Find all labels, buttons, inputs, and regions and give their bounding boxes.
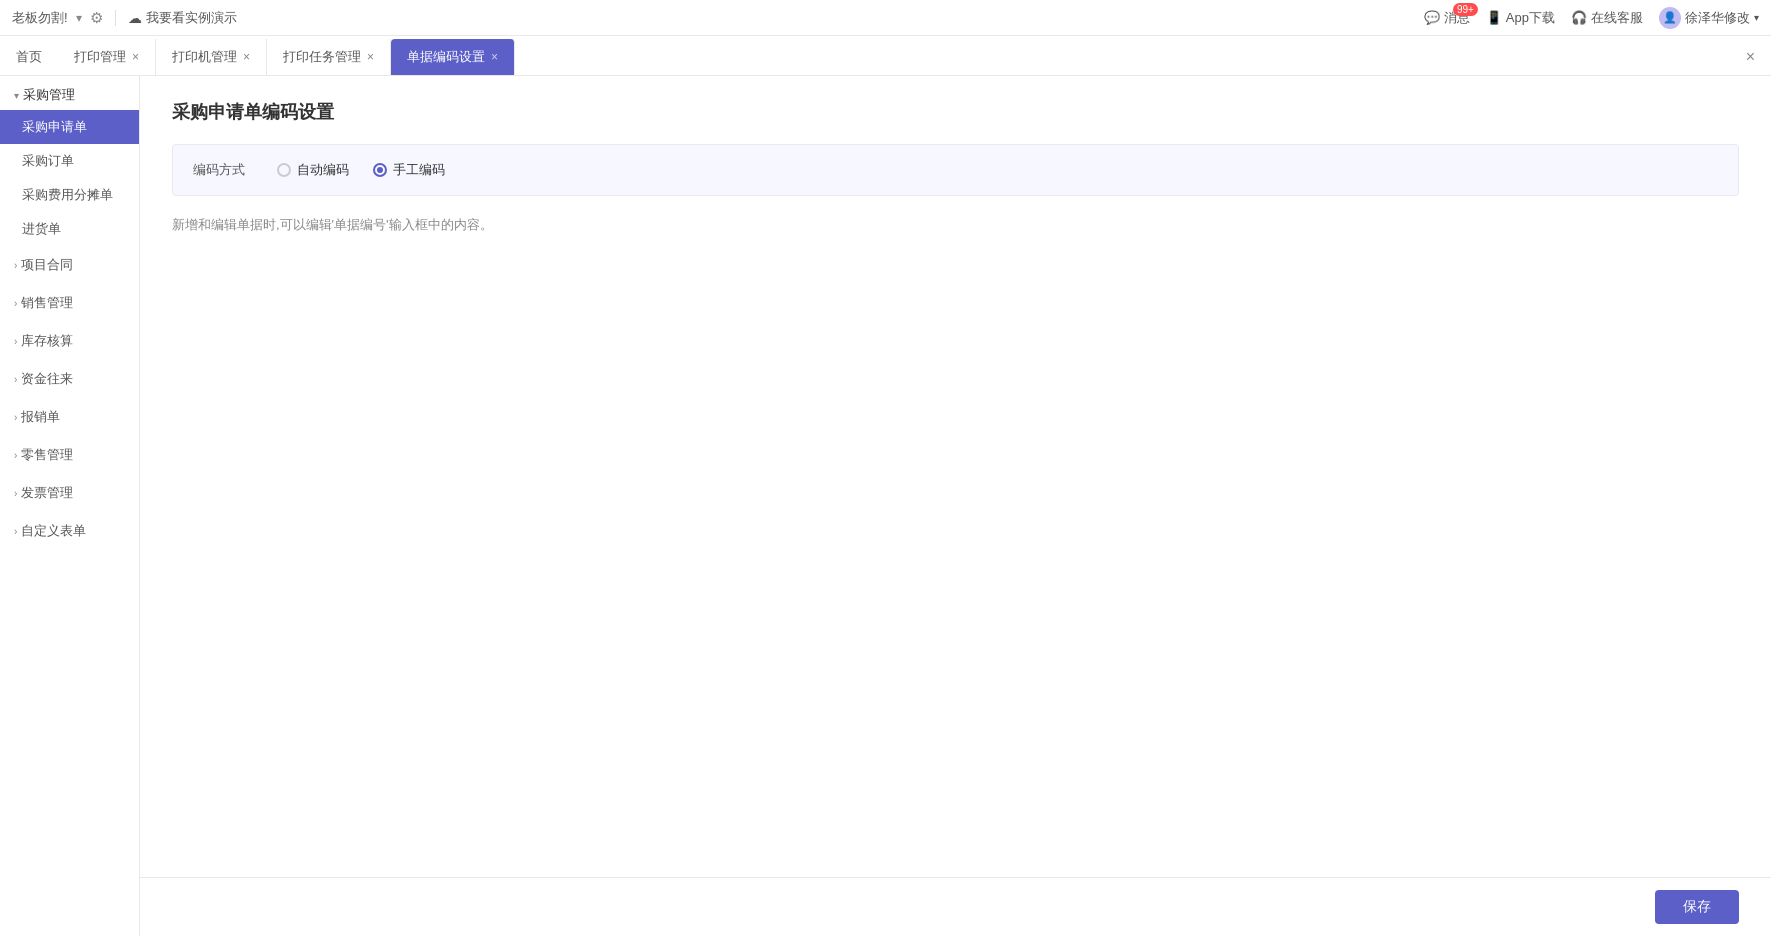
sidebar-chevron-custom: › bbox=[14, 526, 17, 537]
tab-home[interactable]: 首页 bbox=[0, 39, 58, 75]
sidebar-label-inventory-settlement: 库存核算 bbox=[21, 332, 73, 350]
tab-close-single-code-settings[interactable]: × bbox=[491, 50, 498, 64]
tab-printer-mgmt-label: 打印机管理 bbox=[172, 48, 237, 66]
manual-code-label: 手工编码 bbox=[393, 161, 445, 179]
sidebar-label-capital-flow: 资金往来 bbox=[21, 370, 73, 388]
sidebar-item-returns[interactable]: › 报销单 bbox=[0, 398, 139, 436]
sidebar-item-inventory-settlement[interactable]: › 库存核算 bbox=[0, 322, 139, 360]
top-bar-left: 老板勿割! ▾ ⚙ ☁ 我要看实例演示 bbox=[12, 9, 237, 27]
sidebar-item-invoice-mgmt[interactable]: › 发票管理 bbox=[0, 474, 139, 512]
tab-single-code-settings-label: 单据编码设置 bbox=[407, 48, 485, 66]
sidebar-collapse-arrow-purchase: ▾ bbox=[14, 90, 19, 101]
manual-code-radio[interactable] bbox=[373, 163, 387, 177]
sidebar-chevron-inventory: › bbox=[14, 336, 17, 347]
tab-single-code-settings[interactable]: 单据编码设置 × bbox=[391, 39, 515, 75]
encoding-label: 编码方式 bbox=[193, 161, 245, 179]
tab-close-print-task-mgmt[interactable]: × bbox=[367, 50, 374, 64]
sidebar-item-sales-mgmt[interactable]: › 销售管理 bbox=[0, 284, 139, 322]
message-icon: 💬 bbox=[1424, 10, 1440, 25]
auto-code-radio[interactable] bbox=[277, 163, 291, 177]
tab-bar: 首页 打印管理 × 打印机管理 × 打印任务管理 × 单据编码设置 × × bbox=[0, 36, 1771, 76]
sidebar-label-custom-forms: 自定义表单 bbox=[21, 522, 86, 540]
sidebar-group-purchase: ▾ 采购管理 采购申请单 采购订单 采购费用分摊单 进货单 bbox=[0, 76, 139, 246]
demo-link[interactable]: ☁ 我要看实例演示 bbox=[128, 9, 237, 27]
tab-print-mgmt-label: 打印管理 bbox=[74, 48, 126, 66]
sidebar-chevron-sales: › bbox=[14, 298, 17, 309]
user-avatar: 👤 bbox=[1659, 7, 1681, 29]
sidebar-item-project-contract[interactable]: › 项目合同 bbox=[0, 246, 139, 284]
sidebar-label-project-contract: 项目合同 bbox=[21, 256, 73, 274]
sidebar-item-label-purchase-order: 采购订单 bbox=[22, 153, 74, 168]
user-menu[interactable]: 👤 徐泽华修改 ▾ bbox=[1659, 7, 1759, 29]
manual-code-option[interactable]: 手工编码 bbox=[373, 161, 445, 179]
main-layout: ▾ 采购管理 采购申请单 采购订单 采购费用分摊单 进货单 › 项目合同 › 销… bbox=[0, 76, 1771, 936]
content-area: 采购申请单编码设置 编码方式 自动编码 手工编码 新增和编辑单据时,可以编辑'单… bbox=[140, 76, 1771, 936]
hint-text: 新增和编辑单据时,可以编辑'单据编号'输入框中的内容。 bbox=[172, 216, 1739, 234]
top-bar: 老板勿割! ▾ ⚙ ☁ 我要看实例演示 💬 消息 99+ 📱 App下载 🎧 在… bbox=[0, 0, 1771, 36]
headset-icon: 🎧 bbox=[1571, 10, 1587, 25]
divider bbox=[115, 10, 116, 26]
sidebar-chevron-returns: › bbox=[14, 412, 17, 423]
sidebar-item-custom-forms[interactable]: › 自定义表单 bbox=[0, 512, 139, 550]
sidebar-chevron-retail: › bbox=[14, 450, 17, 461]
app-icon: 📱 bbox=[1486, 10, 1502, 25]
sidebar-item-retail-mgmt[interactable]: › 零售管理 bbox=[0, 436, 139, 474]
sidebar-chevron-project: › bbox=[14, 260, 17, 271]
tab-close-print-mgmt[interactable]: × bbox=[132, 50, 139, 64]
save-button[interactable]: 保存 bbox=[1655, 890, 1739, 924]
sidebar-label-retail-mgmt: 零售管理 bbox=[21, 446, 73, 464]
page-title: 采购申请单编码设置 bbox=[172, 100, 1739, 124]
sidebar-item-goods-receipt[interactable]: 进货单 bbox=[0, 212, 139, 246]
sidebar-item-purchase-order[interactable]: 采购订单 bbox=[0, 144, 139, 178]
sidebar-item-purchase-request[interactable]: 采购申请单 bbox=[0, 110, 139, 144]
tab-print-mgmt[interactable]: 打印管理 × bbox=[58, 39, 156, 75]
content-inner: 采购申请单编码设置 编码方式 自动编码 手工编码 新增和编辑单据时,可以编辑'单… bbox=[140, 76, 1771, 877]
sidebar-chevron-capital: › bbox=[14, 374, 17, 385]
sidebar-chevron-invoice: › bbox=[14, 488, 17, 499]
sidebar-item-purchase-expense[interactable]: 采购费用分摊单 bbox=[0, 178, 139, 212]
chevron-down-icon[interactable]: ▾ bbox=[76, 11, 82, 25]
auto-code-label: 自动编码 bbox=[297, 161, 349, 179]
tab-close-printer-mgmt[interactable]: × bbox=[243, 50, 250, 64]
sidebar-item-capital-flow[interactable]: › 资金往来 bbox=[0, 360, 139, 398]
message-badge: 99+ bbox=[1453, 3, 1478, 16]
content-footer: 保存 bbox=[140, 877, 1771, 936]
settings-icon[interactable]: ⚙ bbox=[90, 9, 103, 27]
sidebar: ▾ 采购管理 采购申请单 采购订单 采购费用分摊单 进货单 › 项目合同 › 销… bbox=[0, 76, 140, 936]
user-name: 徐泽华修改 bbox=[1685, 9, 1750, 27]
top-bar-right: 💬 消息 99+ 📱 App下载 🎧 在线客服 👤 徐泽华修改 ▾ bbox=[1424, 7, 1759, 29]
sidebar-label-sales-mgmt: 销售管理 bbox=[21, 294, 73, 312]
sidebar-item-label-purchase-request: 采购申请单 bbox=[22, 119, 87, 134]
tab-home-label: 首页 bbox=[16, 48, 42, 66]
demo-text: 我要看实例演示 bbox=[146, 9, 237, 27]
auto-code-option[interactable]: 自动编码 bbox=[277, 161, 349, 179]
sidebar-item-label-purchase-expense: 采购费用分摊单 bbox=[22, 187, 113, 202]
sidebar-label-returns: 报销单 bbox=[21, 408, 60, 426]
app-download-button[interactable]: 📱 App下载 bbox=[1486, 9, 1555, 27]
message-button[interactable]: 💬 消息 99+ bbox=[1424, 9, 1470, 27]
sidebar-group-header-purchase[interactable]: ▾ 采购管理 bbox=[0, 76, 139, 110]
encoding-section: 编码方式 自动编码 手工编码 bbox=[172, 144, 1739, 196]
close-all-button[interactable]: × bbox=[1730, 39, 1771, 75]
app-download-label: App下载 bbox=[1506, 9, 1555, 27]
sidebar-item-label-goods-receipt: 进货单 bbox=[22, 221, 61, 236]
cloud-icon: ☁ bbox=[128, 10, 142, 26]
brand-text[interactable]: 老板勿割! bbox=[12, 9, 68, 27]
user-chevron-icon: ▾ bbox=[1754, 12, 1759, 23]
tab-print-task-mgmt[interactable]: 打印任务管理 × bbox=[267, 39, 391, 75]
sidebar-group-label-purchase: 采购管理 bbox=[23, 86, 75, 104]
online-service-label: 在线客服 bbox=[1591, 9, 1643, 27]
online-service-button[interactable]: 🎧 在线客服 bbox=[1571, 9, 1643, 27]
tab-print-task-mgmt-label: 打印任务管理 bbox=[283, 48, 361, 66]
tab-printer-mgmt[interactable]: 打印机管理 × bbox=[156, 39, 267, 75]
sidebar-label-invoice-mgmt: 发票管理 bbox=[21, 484, 73, 502]
